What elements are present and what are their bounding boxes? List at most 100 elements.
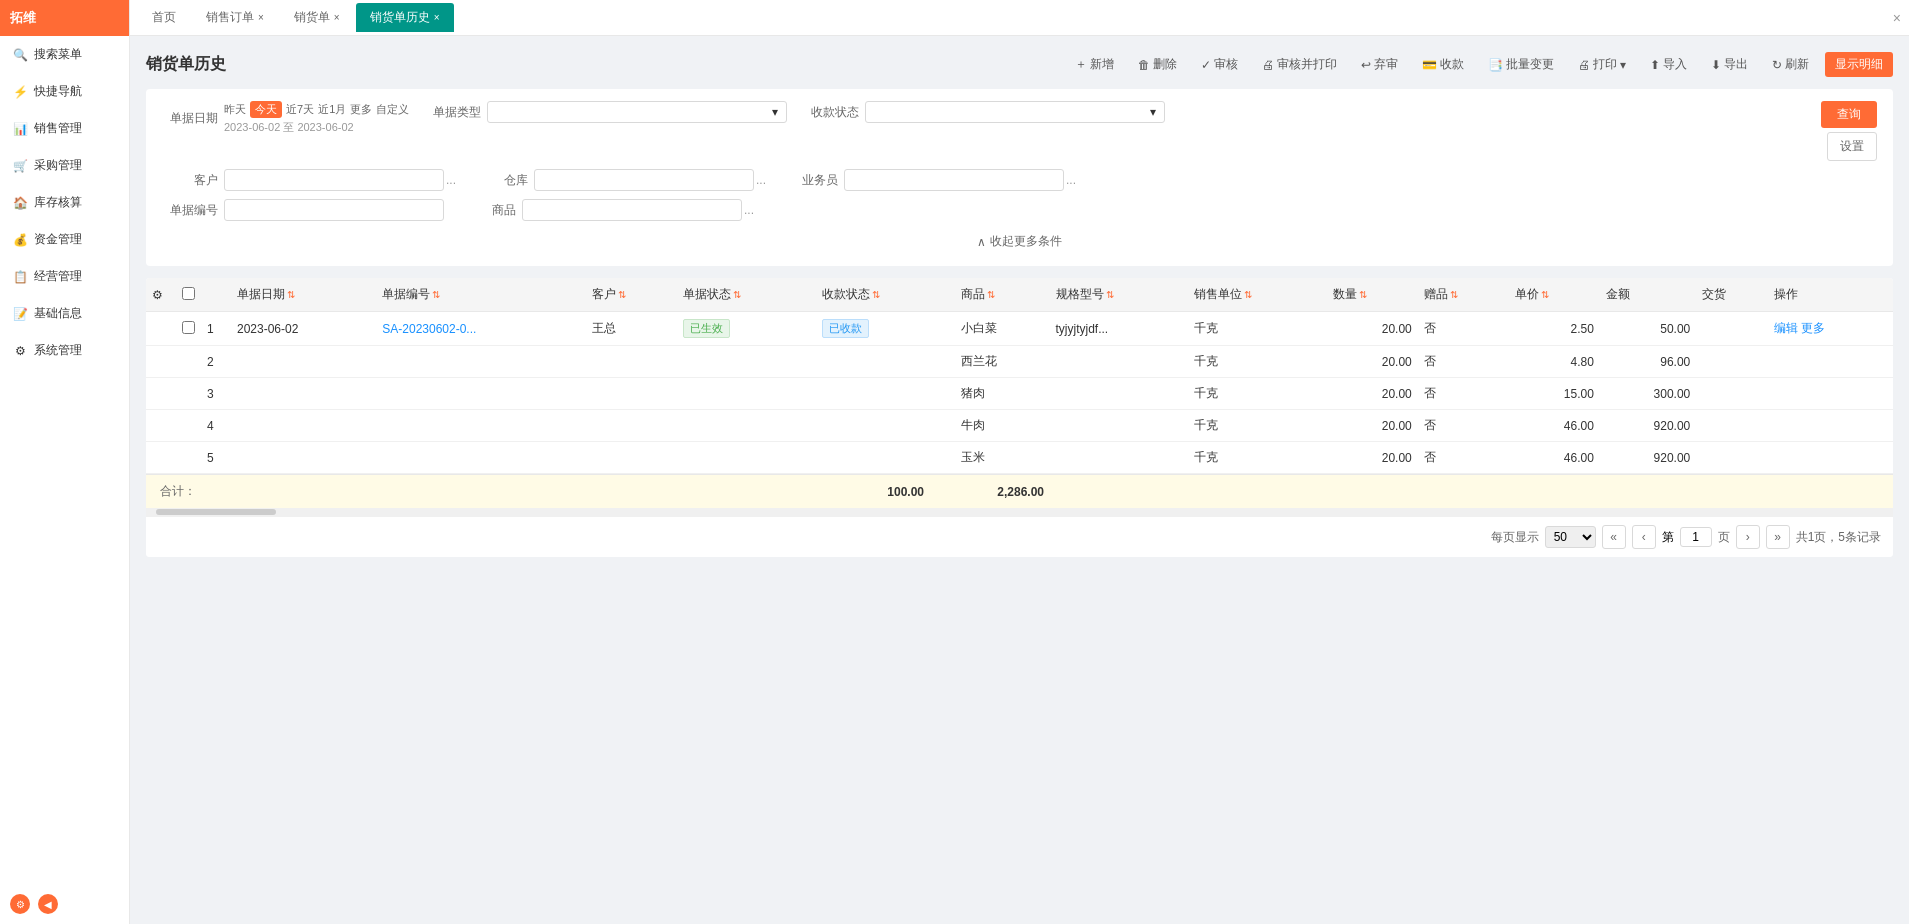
date-more-btn[interactable]: 更多	[350, 102, 372, 117]
date-buttons: 昨天 今天 近7天 近1月 更多 自定义	[224, 101, 409, 118]
sidebar-item-label: 系统管理	[34, 342, 82, 359]
row-gift: 否	[1418, 346, 1509, 378]
th-doc-status[interactable]: 单据状态 ⇅	[677, 278, 816, 312]
sidebar-item-sales-mgmt[interactable]: 📊 销售管理	[0, 110, 129, 147]
scrollbar-thumb[interactable]	[156, 509, 276, 515]
customer-dots[interactable]: ...	[446, 173, 456, 187]
tab-home-label: 首页	[152, 9, 176, 26]
batch-change-button[interactable]: 📑 批量变更	[1480, 52, 1562, 77]
date-7days-btn[interactable]: 近7天	[286, 102, 314, 117]
doc-type-select[interactable]: ▾	[487, 101, 787, 123]
tab-delivery-close[interactable]: ×	[334, 12, 340, 23]
show-detail-button[interactable]: 显示明细	[1825, 52, 1893, 77]
warehouse-dots[interactable]: ...	[756, 173, 766, 187]
goods-input[interactable]	[522, 199, 742, 221]
th-qty[interactable]: 数量 ⇅	[1327, 278, 1418, 312]
audit-button[interactable]: ✓ 审核	[1193, 52, 1246, 77]
abandon-icon: ↩	[1361, 58, 1371, 72]
staff-filter: 业务员 ...	[782, 169, 1076, 191]
doc-type-dropdown-icon: ▾	[772, 105, 778, 119]
sidebar-item-base-info[interactable]: 📝 基础信息	[0, 295, 129, 332]
th-customer[interactable]: 客户 ⇅	[586, 278, 677, 312]
date-custom-btn[interactable]: 自定义	[376, 102, 409, 117]
tab-delivery[interactable]: 销货单 ×	[280, 3, 354, 32]
query-button[interactable]: 查询	[1821, 101, 1877, 128]
row-gear	[146, 442, 176, 474]
th-gift[interactable]: 赠品 ⇅	[1418, 278, 1509, 312]
collect-button[interactable]: 💳 收款	[1414, 52, 1472, 77]
tab-sales-order[interactable]: 销售订单 ×	[192, 3, 278, 32]
prev-page-button[interactable]: ‹	[1632, 525, 1656, 549]
sidebar-item-search-menu[interactable]: 🔍 搜索菜单	[0, 36, 129, 73]
page-number-input[interactable]	[1680, 527, 1712, 547]
sidebar-item-finance[interactable]: 💰 资金管理	[0, 221, 129, 258]
export-button[interactable]: ⬇ 导出	[1703, 52, 1756, 77]
th-unit[interactable]: 销售单位 ⇅	[1188, 278, 1327, 312]
sidebar-item-ops-mgmt[interactable]: 📋 经营管理	[0, 258, 129, 295]
first-page-button[interactable]: «	[1602, 525, 1626, 549]
tab-home[interactable]: 首页	[138, 3, 190, 32]
row-customer: 王总	[586, 312, 677, 346]
print-button[interactable]: 🖨 打印 ▾	[1570, 52, 1634, 77]
import-button[interactable]: ⬆ 导入	[1642, 52, 1695, 77]
sort-doc-status-icon: ⇅	[733, 289, 741, 300]
table-header-row: ⚙ 单据日期 ⇅	[146, 278, 1893, 312]
doc-no-input[interactable]	[224, 199, 444, 221]
per-page-select[interactable]: 50 100 200	[1545, 526, 1596, 548]
sidebar-item-inventory[interactable]: 🏠 库存核算	[0, 184, 129, 221]
staff-input[interactable]	[844, 169, 1064, 191]
row-trade	[1696, 346, 1767, 378]
sidebar-settings-icon[interactable]: ⚙	[10, 894, 30, 914]
th-pay-status[interactable]: 收款状态 ⇅	[816, 278, 955, 312]
row-pay-status	[816, 410, 955, 442]
collapse-filter-button[interactable]: ∧ 收起更多条件	[162, 229, 1877, 254]
doc-no-link[interactable]: SA-20230602-0...	[382, 322, 476, 336]
edit-link[interactable]: 编辑	[1774, 321, 1798, 335]
sidebar-item-quick-nav[interactable]: ⚡ 快捷导航	[0, 73, 129, 110]
customer-input[interactable]	[224, 169, 444, 191]
th-doc-no[interactable]: 单据编号 ⇅	[376, 278, 586, 312]
row-select-checkbox[interactable]	[182, 321, 195, 334]
row-doc-no	[376, 346, 586, 378]
th-goods[interactable]: 商品 ⇅	[955, 278, 1050, 312]
date-today-btn[interactable]: 今天	[250, 101, 282, 118]
more-link[interactable]: 更多	[1801, 321, 1825, 335]
filter-row-1: 单据日期 昨天 今天 近7天 近1月 更多 自定义 2023-06-02 至 2…	[162, 101, 1877, 161]
goods-dots[interactable]: ...	[744, 203, 754, 217]
last-page-button[interactable]: »	[1766, 525, 1790, 549]
tab-delivery-history-close[interactable]: ×	[434, 12, 440, 23]
gear-settings-icon[interactable]: ⚙	[152, 288, 163, 302]
staff-dots[interactable]: ...	[1066, 173, 1076, 187]
tab-delivery-history[interactable]: 销货单历史 ×	[356, 3, 454, 32]
close-all-tabs-button[interactable]: ×	[1893, 10, 1901, 26]
select-all-checkbox[interactable]	[182, 287, 195, 300]
th-doc-date[interactable]: 单据日期 ⇅	[231, 278, 376, 312]
next-page-button[interactable]: ›	[1736, 525, 1760, 549]
new-button[interactable]: ＋ 新增	[1067, 52, 1122, 77]
horizontal-scrollbar[interactable]	[146, 508, 1893, 516]
date-yesterday-btn[interactable]: 昨天	[224, 102, 246, 117]
sidebar-item-label: 采购管理	[34, 157, 82, 174]
pay-status-label: 收款状态	[803, 104, 859, 121]
sort-doc-no-icon: ⇅	[432, 289, 440, 300]
sidebar-item-purchase-mgmt[interactable]: 🛒 采购管理	[0, 147, 129, 184]
date-1month-btn[interactable]: 近1月	[318, 102, 346, 117]
row-gift: 否	[1418, 312, 1509, 346]
refresh-button[interactable]: ↻ 刷新	[1764, 52, 1817, 77]
th-unit-price[interactable]: 单价 ⇅	[1509, 278, 1600, 312]
set-button[interactable]: 设置	[1827, 132, 1877, 161]
th-spec[interactable]: 规格型号 ⇅	[1050, 278, 1189, 312]
sidebar-collapse-icon[interactable]: ◀	[38, 894, 58, 914]
money-icon: 💰	[12, 232, 28, 248]
th-gear: ⚙	[146, 278, 176, 312]
audit-print-button[interactable]: 🖨 审核并打印	[1254, 52, 1345, 77]
pay-status-select[interactable]: ▾	[865, 101, 1165, 123]
tab-sales-order-close[interactable]: ×	[258, 12, 264, 23]
main-area: 首页 销售订单 × 销货单 × 销货单历史 × × 销货单历史 ＋ 新增	[130, 0, 1909, 924]
warehouse-input[interactable]	[534, 169, 754, 191]
row-action	[1768, 410, 1893, 442]
sidebar-item-sys-mgmt[interactable]: ⚙ 系统管理	[0, 332, 129, 369]
th-amount: 金额	[1600, 278, 1696, 312]
delete-button[interactable]: 🗑 删除	[1130, 52, 1185, 77]
abandon-button[interactable]: ↩ 弃审	[1353, 52, 1406, 77]
